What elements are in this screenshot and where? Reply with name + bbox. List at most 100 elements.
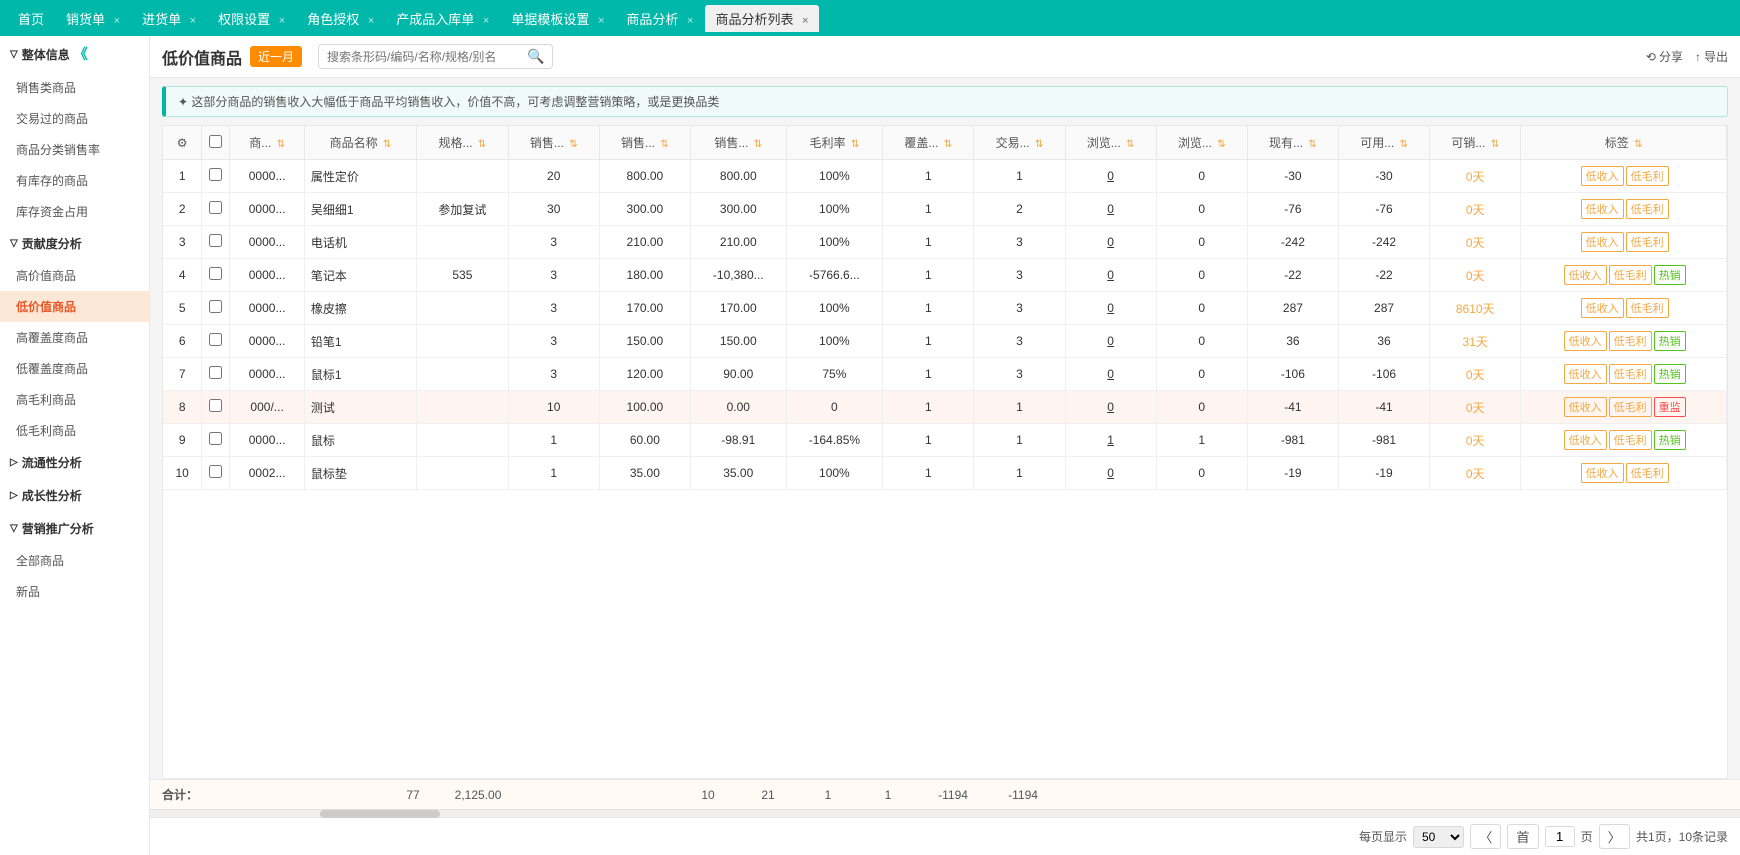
- row-view1[interactable]: 0: [1065, 391, 1156, 424]
- row-view1[interactable]: 0: [1065, 358, 1156, 391]
- row-checkbox-cell[interactable]: [202, 292, 230, 325]
- view1-value[interactable]: 1: [1107, 433, 1114, 447]
- close-analysis-icon[interactable]: ×: [687, 15, 693, 27]
- nav-item-production[interactable]: 产成品入库单 ×: [386, 5, 499, 32]
- sidebar-item-low-margin[interactable]: 低毛利商品: [0, 415, 149, 446]
- nav-item-home[interactable]: 首页: [8, 5, 54, 32]
- view1-value[interactable]: 0: [1107, 202, 1114, 216]
- view1-value[interactable]: 0: [1107, 334, 1114, 348]
- th-sale-amount[interactable]: 销售... ⇅: [599, 126, 690, 160]
- th-view2[interactable]: 浏览... ⇅: [1156, 126, 1247, 160]
- th-sale-profit[interactable]: 销售... ⇅: [690, 126, 786, 160]
- row-checkbox-cell[interactable]: [202, 391, 230, 424]
- nav-item-purchase[interactable]: 进货单 ×: [132, 5, 206, 32]
- sidebar-group-growth[interactable]: ▷ 成长性分析: [0, 479, 149, 512]
- row-view1[interactable]: 0: [1065, 457, 1156, 490]
- th-coverage[interactable]: 覆盖... ⇅: [883, 126, 974, 160]
- row-view1[interactable]: 0: [1065, 292, 1156, 325]
- row-view1[interactable]: 0: [1065, 325, 1156, 358]
- row-checkbox[interactable]: [209, 234, 222, 247]
- horizontal-scrollbar[interactable]: [150, 809, 1740, 817]
- view1-value[interactable]: 0: [1107, 301, 1114, 315]
- row-view1[interactable]: 0: [1065, 259, 1156, 292]
- th-saleable[interactable]: 可销... ⇅: [1430, 126, 1521, 160]
- data-table-wrapper[interactable]: ⚙ 商... ⇅ 商品名称 ⇅ 规格... ⇅ 销售... ⇅ 销售... ⇅ …: [162, 125, 1728, 779]
- th-code[interactable]: 商... ⇅: [230, 126, 305, 160]
- sidebar-item-high-value[interactable]: 高价值商品: [0, 260, 149, 291]
- sidebar-group-circulation[interactable]: ▷ 流通性分析: [0, 446, 149, 479]
- nav-item-analysis-list[interactable]: 商品分析列表 ×: [705, 5, 818, 32]
- nav-item-sales[interactable]: 销货单 ×: [56, 5, 130, 32]
- sidebar-item-all-products[interactable]: 全部商品: [0, 545, 149, 576]
- nav-item-permissions[interactable]: 权限设置 ×: [208, 5, 295, 32]
- view1-value[interactable]: 0: [1107, 400, 1114, 414]
- view1-value[interactable]: 0: [1107, 169, 1114, 183]
- export-button[interactable]: ↑ 导出: [1695, 48, 1728, 65]
- close-purchase-icon[interactable]: ×: [190, 15, 196, 27]
- page-number-input[interactable]: [1545, 826, 1575, 847]
- th-stock[interactable]: 现有... ⇅: [1247, 126, 1338, 160]
- view1-value[interactable]: 0: [1107, 466, 1114, 480]
- nav-item-roles[interactable]: 角色授权 ×: [297, 5, 384, 32]
- close-permissions-icon[interactable]: ×: [279, 15, 285, 27]
- view1-value[interactable]: 0: [1107, 367, 1114, 381]
- nav-item-templates[interactable]: 单据模板设置 ×: [501, 5, 614, 32]
- next-page-btn[interactable]: 〉: [1599, 824, 1630, 849]
- sidebar-item-category-sales-rate[interactable]: 商品分类销售率: [0, 134, 149, 165]
- th-view1[interactable]: 浏览... ⇅: [1065, 126, 1156, 160]
- search-input[interactable]: [327, 50, 527, 64]
- th-trade[interactable]: 交易... ⇅: [974, 126, 1065, 160]
- row-view1[interactable]: 0: [1065, 193, 1156, 226]
- collapse-icon[interactable]: 《: [74, 44, 88, 64]
- view1-value[interactable]: 0: [1107, 268, 1114, 282]
- sidebar-item-high-margin[interactable]: 高毛利商品: [0, 384, 149, 415]
- sidebar-item-low-value[interactable]: 低价值商品: [0, 291, 149, 322]
- sidebar-item-capital-occupation[interactable]: 库存资金占用: [0, 196, 149, 227]
- row-checkbox[interactable]: [209, 432, 222, 445]
- sidebar-item-high-coverage[interactable]: 高覆盖度商品: [0, 322, 149, 353]
- share-button[interactable]: ⟲ 分享: [1646, 48, 1683, 65]
- scrollbar-thumb[interactable]: [320, 810, 440, 818]
- th-spec[interactable]: 规格... ⇅: [417, 126, 509, 160]
- first-page-btn[interactable]: 〈: [1470, 824, 1501, 849]
- row-checkbox-cell[interactable]: [202, 160, 230, 193]
- th-tags[interactable]: 标签 ⇅: [1521, 126, 1727, 160]
- search-icon[interactable]: 🔍: [527, 48, 544, 65]
- row-view1[interactable]: 0: [1065, 226, 1156, 259]
- row-checkbox[interactable]: [209, 366, 222, 379]
- row-checkbox[interactable]: [209, 201, 222, 214]
- th-sale-qty[interactable]: 销售... ⇅: [508, 126, 599, 160]
- sidebar-item-traded-products[interactable]: 交易过的商品: [0, 103, 149, 134]
- sidebar-item-stock-products[interactable]: 有库存的商品: [0, 165, 149, 196]
- th-available[interactable]: 可用... ⇅: [1338, 126, 1429, 160]
- per-page-select[interactable]: 50 100 200: [1413, 826, 1464, 848]
- close-roles-icon[interactable]: ×: [368, 15, 374, 27]
- row-checkbox-cell[interactable]: [202, 424, 230, 457]
- row-checkbox[interactable]: [209, 333, 222, 346]
- nav-item-analysis[interactable]: 商品分析 ×: [616, 5, 703, 32]
- row-checkbox[interactable]: [209, 267, 222, 280]
- row-checkbox-cell[interactable]: [202, 259, 230, 292]
- th-margin[interactable]: 毛利率 ⇅: [786, 126, 883, 160]
- sidebar-group-marketing[interactable]: ▽ 营销推广分析: [0, 512, 149, 545]
- row-checkbox-cell[interactable]: [202, 325, 230, 358]
- row-checkbox-cell[interactable]: [202, 358, 230, 391]
- sidebar-item-sales-products[interactable]: 销售类商品: [0, 72, 149, 103]
- row-checkbox[interactable]: [209, 300, 222, 313]
- time-filter-btn[interactable]: 近一月: [250, 46, 302, 67]
- th-name[interactable]: 商品名称 ⇅: [304, 126, 416, 160]
- close-sales-icon[interactable]: ×: [114, 15, 120, 27]
- row-checkbox[interactable]: [209, 399, 222, 412]
- close-analysis-list-icon[interactable]: ×: [802, 15, 808, 27]
- close-production-icon[interactable]: ×: [483, 15, 489, 27]
- sidebar-group-overall[interactable]: ▽ 整体信息 《: [0, 36, 149, 72]
- select-all-checkbox[interactable]: [209, 135, 222, 148]
- sidebar-item-low-coverage[interactable]: 低覆盖度商品: [0, 353, 149, 384]
- sidebar-group-contribution[interactable]: ▽ 贡献度分析: [0, 227, 149, 260]
- th-checkbox[interactable]: [202, 126, 230, 160]
- prev-page-btn[interactable]: 首: [1507, 824, 1538, 849]
- row-checkbox[interactable]: [209, 168, 222, 181]
- row-checkbox-cell[interactable]: [202, 457, 230, 490]
- row-view1[interactable]: 1: [1065, 424, 1156, 457]
- th-settings[interactable]: ⚙: [163, 126, 202, 160]
